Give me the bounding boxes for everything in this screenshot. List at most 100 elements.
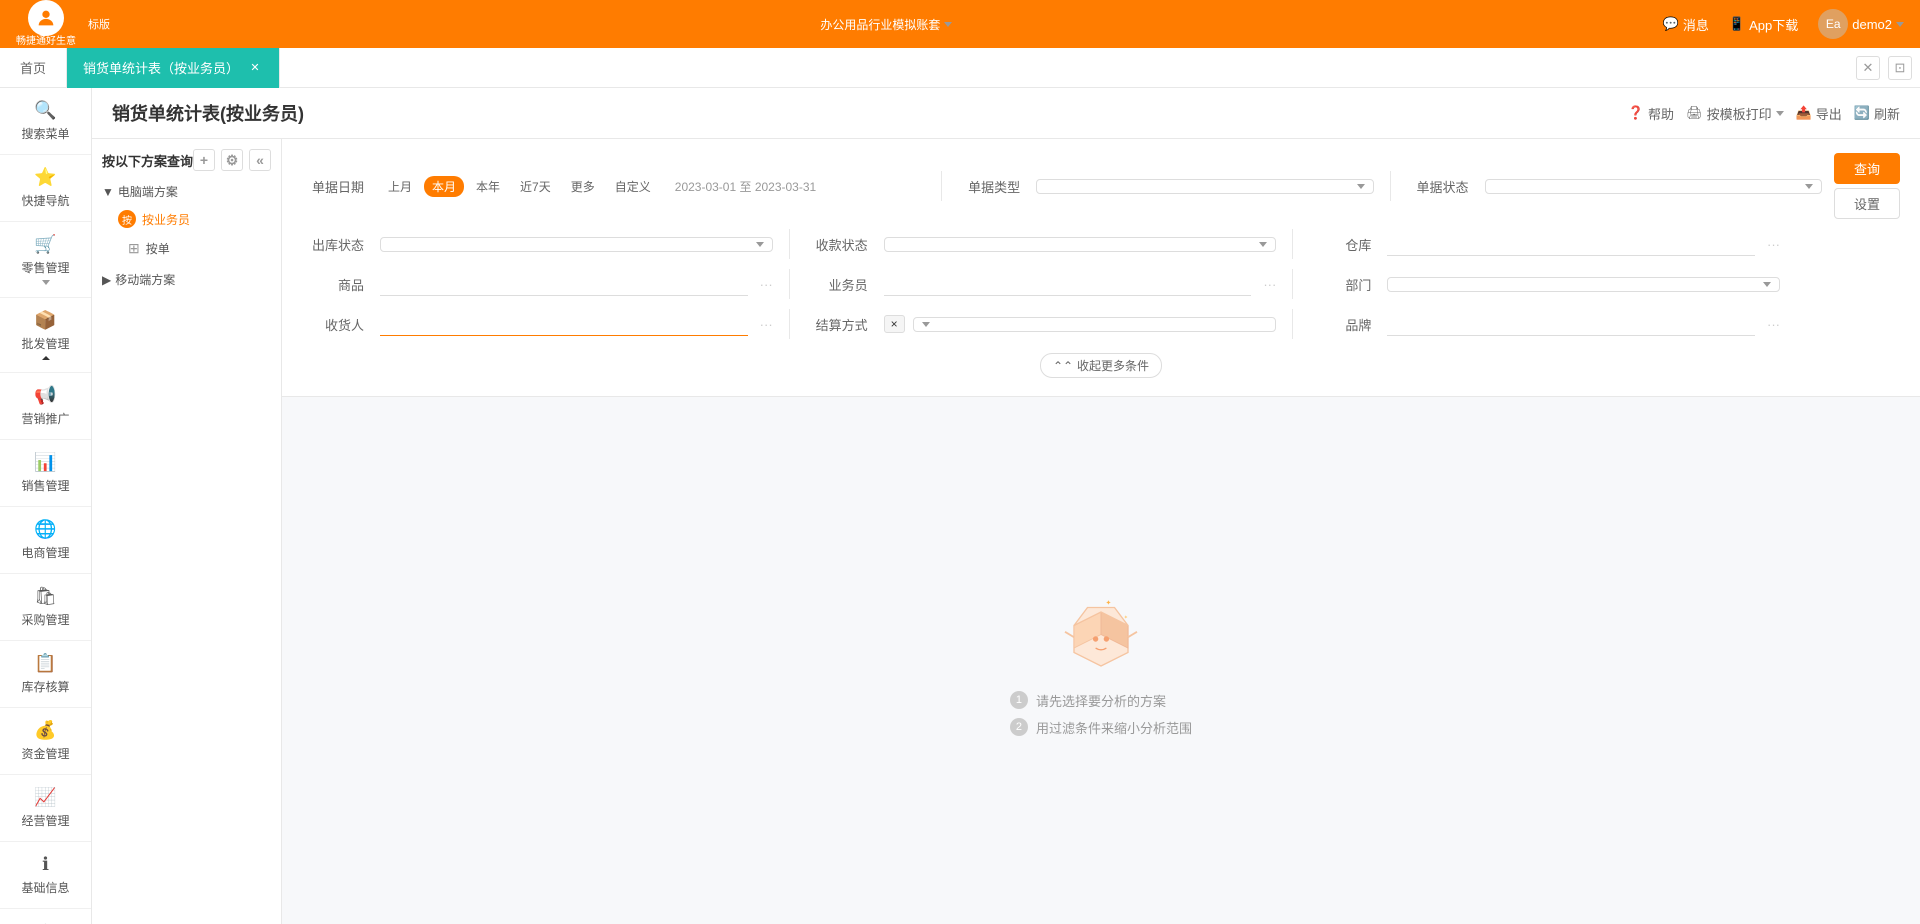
scheme-collapse-btn[interactable]: « [249, 149, 271, 171]
order-type-arrow-icon [1357, 184, 1365, 189]
export-label: 导出 [1816, 104, 1842, 123]
sidebar-item-marketing[interactable]: 📢 营销推广 [0, 373, 91, 440]
date-tab-this-year[interactable]: 本年 [468, 176, 508, 197]
outbound-status-label: 出库状态 [302, 235, 372, 254]
scheme-item-by-salesperson-label: 按业务员 [142, 211, 190, 228]
date-tab-custom[interactable]: 自定义 [607, 176, 659, 197]
query-button[interactable]: 查询 [1834, 153, 1900, 184]
sidebar-item-basic[interactable]: ℹ 基础信息 [0, 842, 91, 909]
basic-icon: ℹ [42, 854, 49, 875]
date-tab-this-month[interactable]: 本月 [424, 176, 464, 197]
quick-nav-icon: ⭐ [34, 167, 56, 188]
brand-input[interactable] [1387, 312, 1755, 336]
empty-hint-2: 2 用过滤条件来缩小分析范围 [1010, 718, 1192, 737]
tab-maximize-btn[interactable]: ⊡ [1888, 56, 1912, 80]
hint-num-2: 2 [1010, 718, 1028, 736]
scheme-item-by-order[interactable]: ⊞ 按单 [92, 234, 281, 263]
brand-dots[interactable]: ··· [1767, 317, 1780, 332]
sidebar-item-quick-nav[interactable]: ⭐ 快捷导航 [0, 155, 91, 222]
receipt-status-label: 收款状态 [806, 235, 876, 254]
scheme-settings-btn[interactable]: ⚙ [221, 149, 243, 171]
sidebar-item-system[interactable]: ⚙ 系统管理 [0, 909, 91, 924]
sidebar-item-inventory[interactable]: 📋 库存核算 [0, 641, 91, 708]
product-input[interactable] [380, 272, 748, 296]
settlement-tag: × [884, 315, 905, 333]
help-icon: ❓ [1628, 105, 1644, 121]
outbound-arrow-icon [756, 242, 764, 247]
hint-text-2: 用过滤条件来缩小分析范围 [1036, 718, 1192, 737]
breadcrumb-dropdown[interactable]: 办公用品行业模拟账套 [820, 16, 952, 33]
sidebar-item-wholesale[interactable]: 📦 批发管理 [0, 298, 91, 373]
sidebar-item-ecommerce[interactable]: 🌐 电商管理 [0, 507, 91, 574]
scheme-group-mobile-label: 移动端方案 [115, 271, 175, 288]
date-tab-last-month[interactable]: 上月 [380, 176, 420, 197]
help-btn[interactable]: ❓ 帮助 [1628, 104, 1674, 123]
tab-home[interactable]: 首页 [0, 48, 67, 88]
salesperson-input[interactable] [884, 272, 1252, 296]
svg-text:✦: ✦ [1105, 597, 1111, 606]
settlement-select[interactable] [913, 317, 1277, 332]
sidebar-item-ecommerce-label: 电商管理 [21, 544, 69, 561]
salesperson-label: 业务员 [806, 275, 876, 294]
scheme-item-by-order-label: 按单 [146, 240, 170, 257]
sidebar-item-retail-label: 零售管理 [21, 259, 69, 276]
wholesale-icon: 📦 [34, 310, 56, 331]
department-select[interactable] [1387, 277, 1780, 292]
order-status-select[interactable] [1485, 179, 1822, 194]
template-print-btn[interactable]: 🖨 按模板打印 [1686, 104, 1784, 123]
collapse-btn[interactable]: ⌃⌃ 收起更多条件 [1040, 353, 1162, 378]
message-btn[interactable]: 💬 消息 [1663, 15, 1709, 34]
export-btn[interactable]: 📤 导出 [1796, 104, 1842, 123]
sidebar-item-search-menu[interactable]: 🔍 搜索菜单 [0, 88, 91, 155]
settlement-label: 结算方式 [806, 315, 876, 334]
user-menu[interactable]: Ea demo2 [1818, 9, 1904, 39]
sidebar-item-sales[interactable]: 📊 销售管理 [0, 440, 91, 507]
receiver-dots[interactable]: ··· [760, 317, 773, 332]
date-tab-last-7-days[interactable]: 近7天 [512, 176, 559, 197]
finance-icon: 💰 [34, 720, 56, 741]
brand-label: 品牌 [1309, 315, 1379, 334]
sidebar-item-purchase-label: 采购管理 [21, 611, 69, 628]
sidebar-item-business[interactable]: 📈 经营管理 [0, 775, 91, 842]
warehouse-dots[interactable]: ··· [1767, 237, 1780, 252]
app-download-btn[interactable]: 📱 App下载 [1729, 15, 1798, 34]
sidebar-item-purchase[interactable]: 🛍 采购管理 [0, 574, 91, 641]
sidebar-item-finance[interactable]: 💰 资金管理 [0, 708, 91, 775]
scheme-group-pc-arrow: ▼ [102, 185, 114, 199]
sidebar-item-finance-label: 资金管理 [21, 745, 69, 762]
date-tab-more[interactable]: 更多 [563, 176, 603, 197]
settings-button[interactable]: 设置 [1834, 188, 1900, 219]
product-dots[interactable]: ··· [760, 277, 773, 292]
settlement-arrow-icon [922, 322, 930, 327]
scheme-group-mobile[interactable]: ▶ 移动端方案 [92, 267, 281, 292]
app-download-label: App下载 [1749, 15, 1798, 34]
tab-close-icon[interactable]: ✕ [247, 60, 263, 76]
scheme-group-pc[interactable]: ▼ 电脑端方案 [92, 179, 281, 204]
refresh-btn[interactable]: 🔄 刷新 [1854, 104, 1900, 123]
tab-close-all-btn[interactable]: ✕ [1856, 56, 1880, 80]
app-download-icon: 📱 [1729, 16, 1745, 32]
sidebar-item-search-menu-label: 搜索菜单 [21, 125, 69, 142]
ecommerce-icon: 🌐 [34, 519, 56, 540]
tab-sales-stat[interactable]: 销货单统计表（按业务员） ✕ [67, 48, 280, 88]
scheme-item-by-salesperson[interactable]: 按 按业务员 [92, 204, 281, 234]
date-label: 单据日期 [302, 177, 372, 196]
wholesale-arrow-icon [42, 356, 50, 360]
sidebar-item-business-label: 经营管理 [21, 812, 69, 829]
salesperson-dots[interactable]: ··· [1263, 277, 1276, 292]
warehouse-input[interactable] [1387, 232, 1755, 256]
settlement-tag-close[interactable]: × [891, 317, 898, 331]
sidebar-item-retail[interactable]: 🛒 零售管理 [0, 222, 91, 298]
empty-icon: ✦ ✦ [1056, 585, 1146, 675]
retail-arrow-icon [42, 280, 50, 285]
scheme-add-btn[interactable]: + [193, 149, 215, 171]
inventory-icon: 📋 [34, 653, 56, 674]
receiver-input[interactable] [380, 312, 748, 336]
svg-text:✦: ✦ [1123, 615, 1128, 621]
receipt-status-select[interactable] [884, 237, 1277, 252]
sub-title: 标版 [88, 16, 110, 32]
date-range: 2023-03-01 至 2023-03-31 [675, 178, 816, 195]
template-print-arrow-icon [1776, 111, 1784, 116]
outbound-status-select[interactable] [380, 237, 773, 252]
order-type-select[interactable] [1036, 179, 1373, 194]
